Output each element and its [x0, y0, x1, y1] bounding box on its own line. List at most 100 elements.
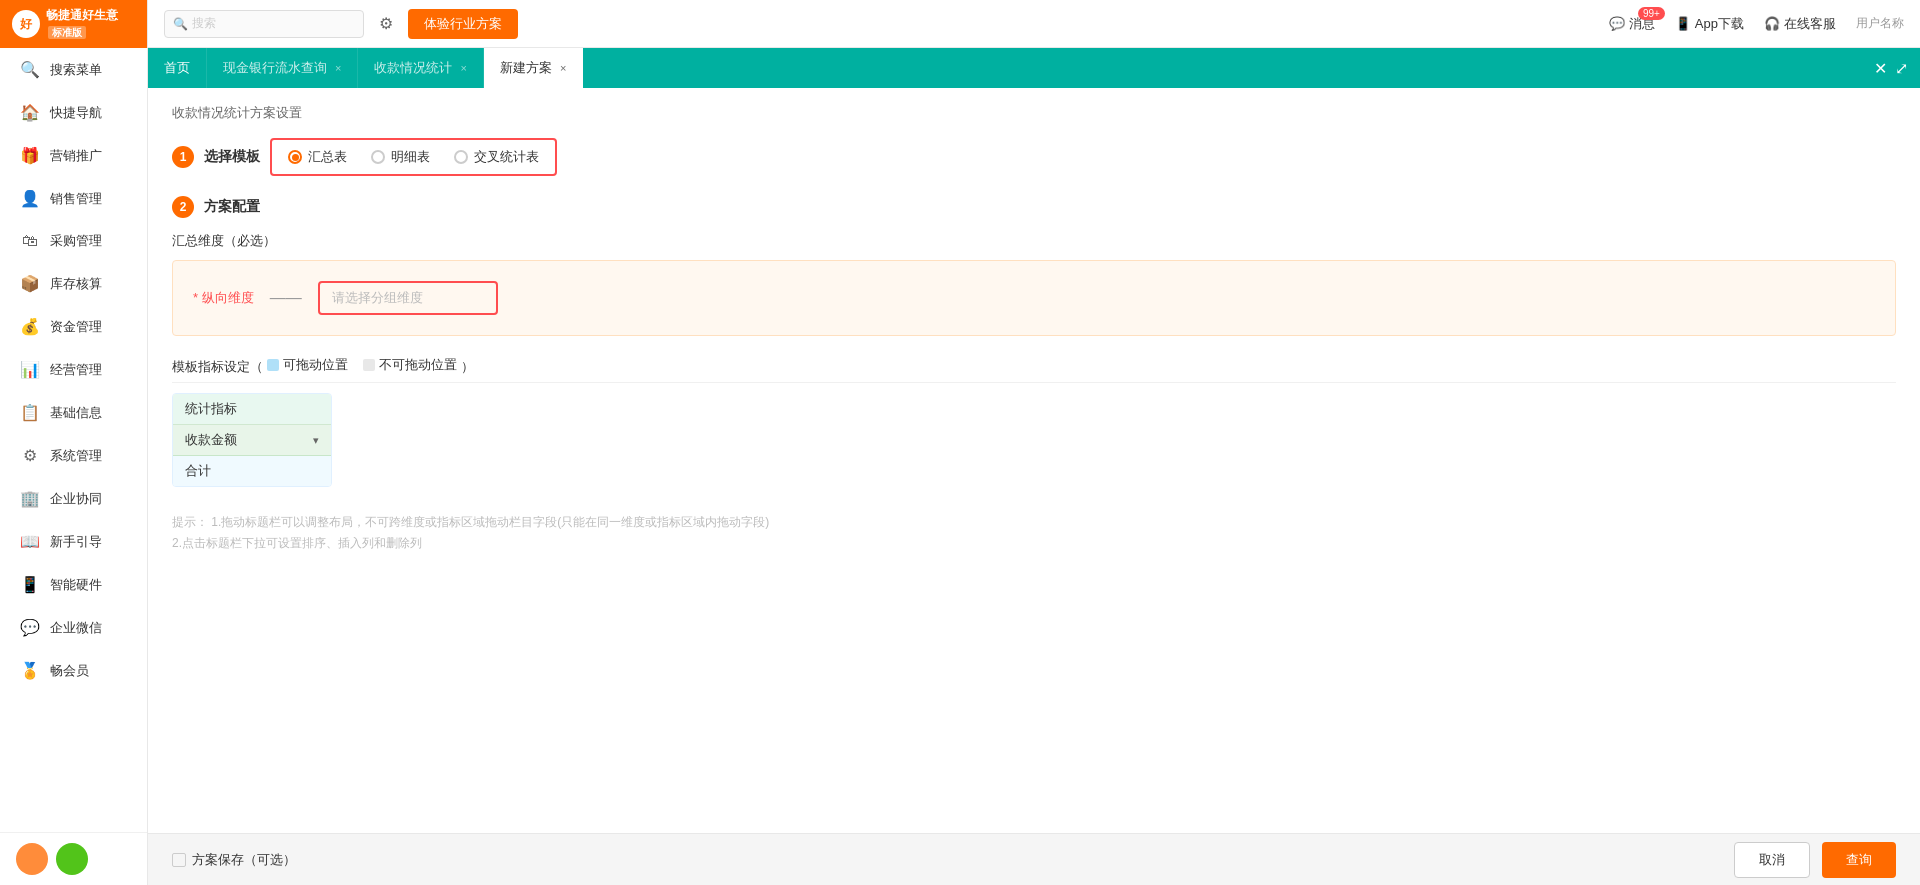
wechat-icon: 💬	[20, 618, 40, 637]
sidebar-item-member[interactable]: 🏅 畅会员	[0, 649, 147, 692]
sidebar-item-quick-nav[interactable]: 🏠 快捷导航	[0, 91, 147, 134]
service-icon: 🎧	[1764, 16, 1780, 31]
sidebar-item-operation[interactable]: 📊 经营管理	[0, 348, 147, 391]
sidebar-item-label: 基础信息	[50, 404, 102, 422]
sidebar-item-label: 资金管理	[50, 318, 102, 336]
tab-bank-close[interactable]: ×	[335, 62, 341, 74]
bottom-actions: 取消 查询	[1734, 842, 1896, 878]
user-name: 用户名称	[1856, 15, 1904, 32]
book-icon: 📖	[20, 532, 40, 551]
message-icon: 💬	[1609, 16, 1625, 31]
sidebar-item-finance[interactable]: 💰 资金管理	[0, 305, 147, 348]
indicator-table-header: 统计指标	[173, 394, 331, 425]
sidebar-item-search[interactable]: 🔍 搜索菜单	[0, 48, 147, 91]
query-button[interactable]: 查询	[1822, 842, 1896, 878]
sidebar: 好 畅捷通好生意 标准版 🔍 搜索菜单 🏠 快捷导航 🎁 营销推广 👤 销售管理…	[0, 0, 148, 885]
gear-icon: ⚙	[20, 446, 40, 465]
sidebar-item-label: 新手引导	[50, 533, 102, 551]
tab-receipt[interactable]: 收款情况统计 ×	[358, 48, 483, 88]
sidebar-item-label: 采购管理	[50, 232, 102, 250]
sidebar-item-label: 库存核算	[50, 275, 102, 293]
download-icon: 📱	[1675, 16, 1691, 31]
indicator-section-label: 模板指标设定（ 可拖动位置 不可拖动位置 ）	[172, 356, 1896, 383]
shopping-icon: 🛍	[20, 232, 40, 250]
settings-icon[interactable]: ⚙	[372, 10, 400, 38]
tab-new-plan-close[interactable]: ×	[560, 62, 566, 74]
section1-num: 1	[172, 146, 194, 168]
sidebar-item-inventory[interactable]: 📦 库存核算	[0, 262, 147, 305]
tab-new-plan-label: 新建方案	[500, 59, 552, 77]
indicator-row2: 合计	[173, 456, 331, 486]
vertical-dimension-label: * 纵向维度	[193, 289, 254, 307]
tab-close-window[interactable]: ✕	[1874, 59, 1887, 78]
tab-home[interactable]: 首页	[148, 48, 207, 88]
sidebar-item-hardware[interactable]: 📱 智能硬件	[0, 563, 147, 606]
avatar-2	[56, 843, 88, 875]
phone-icon: 📱	[20, 575, 40, 594]
download-label: App下载	[1695, 15, 1744, 33]
sidebar-bottom	[0, 832, 147, 885]
message-badge: 99+	[1638, 7, 1665, 20]
search-bar[interactable]: 🔍 搜索	[164, 10, 364, 38]
tip-1: 提示： 1.拖动标题栏可以调整布局，不可跨维度或指标区域拖动栏目字段(只能在同一…	[172, 514, 1896, 531]
sidebar-item-wechat[interactable]: 💬 企业微信	[0, 606, 147, 649]
search-icon: 🔍	[20, 60, 40, 79]
sidebar-item-sales[interactable]: 👤 销售管理	[0, 177, 147, 220]
breadcrumb: 收款情况统计方案设置	[172, 104, 1896, 122]
sidebar-item-label: 快捷导航	[50, 104, 102, 122]
indicator-row1-label: 收款金额	[185, 431, 237, 449]
header: 🔍 搜索 ⚙ 体验行业方案 💬 消息 99+ 📱 App下载 🎧 在线客服 用户…	[148, 0, 1920, 48]
logo-tag: 标准版	[48, 26, 86, 39]
section-template: 1 选择模板 汇总表 明细表 交叉统计表	[172, 138, 1896, 176]
sidebar-item-label: 智能硬件	[50, 576, 102, 594]
chevron-down-icon: ▾	[313, 434, 319, 447]
avatar-1	[16, 843, 48, 875]
sidebar-item-base[interactable]: 📋 基础信息	[0, 391, 147, 434]
fixed-legend-label: 不可拖动位置	[379, 356, 457, 374]
download-button[interactable]: 📱 App下载	[1675, 15, 1744, 33]
indicator-row1[interactable]: 收款金额 ▾	[173, 425, 331, 456]
sidebar-item-label: 企业微信	[50, 619, 102, 637]
section2-num: 2	[172, 196, 194, 218]
sidebar-item-system[interactable]: ⚙ 系统管理	[0, 434, 147, 477]
radio-detail[interactable]: 明细表	[371, 148, 430, 166]
message-button[interactable]: 💬 消息 99+	[1609, 15, 1655, 33]
dimension-row: * 纵向维度 —— 请选择分组维度	[193, 281, 1875, 315]
radio-summary[interactable]: 汇总表	[288, 148, 347, 166]
tab-new-plan[interactable]: 新建方案 ×	[484, 48, 583, 88]
page-content: 收款情况统计方案设置 1 选择模板 汇总表 明细表	[148, 88, 1920, 837]
logo-icon: 好	[12, 10, 40, 38]
trial-button[interactable]: 体验行业方案	[408, 9, 518, 39]
dimension-area: * 纵向维度 —— 请选择分组维度	[172, 260, 1896, 336]
indicator-table: 统计指标 收款金额 ▾ 合计	[172, 393, 332, 487]
tab-receipt-close[interactable]: ×	[460, 62, 466, 74]
tab-bank[interactable]: 现金银行流水查询 ×	[207, 48, 358, 88]
cancel-button[interactable]: 取消	[1734, 842, 1810, 878]
box-icon: 📦	[20, 274, 40, 293]
tab-home-label: 首页	[164, 59, 190, 77]
sidebar-item-guide[interactable]: 📖 新手引导	[0, 520, 147, 563]
sidebar-item-label: 系统管理	[50, 447, 102, 465]
sidebar-item-corp[interactable]: 🏢 企业协同	[0, 477, 147, 520]
save-checkbox-label: 方案保存（可选）	[192, 851, 296, 869]
gift-icon: 🎁	[20, 146, 40, 165]
sidebar-item-marketing[interactable]: 🎁 营销推广	[0, 134, 147, 177]
dimension-input[interactable]: 请选择分组维度	[318, 281, 498, 315]
sidebar-item-purchase[interactable]: 🛍 采购管理	[0, 220, 147, 262]
bottom-bar: 方案保存（可选） 取消 查询	[148, 833, 1920, 885]
chart-icon: 📊	[20, 360, 40, 379]
radio-cross[interactable]: 交叉统计表	[454, 148, 539, 166]
building-icon: 🏢	[20, 489, 40, 508]
medal-icon: 🏅	[20, 661, 40, 680]
save-option: 方案保存（可选）	[172, 851, 296, 869]
main-content: 收款情况统计方案设置 1 选择模板 汇总表 明细表	[148, 88, 1920, 885]
save-checkbox[interactable]	[172, 853, 186, 867]
template-radio-group: 汇总表 明细表 交叉统计表	[270, 138, 557, 176]
tab-maximize[interactable]: ⤢	[1895, 59, 1908, 78]
service-button[interactable]: 🎧 在线客服	[1764, 15, 1836, 33]
section1-title: 选择模板	[204, 148, 260, 166]
required-mark: *	[193, 290, 198, 305]
tab-bank-label: 现金银行流水查询	[223, 59, 327, 77]
list-icon: 📋	[20, 403, 40, 422]
money-icon: 💰	[20, 317, 40, 336]
